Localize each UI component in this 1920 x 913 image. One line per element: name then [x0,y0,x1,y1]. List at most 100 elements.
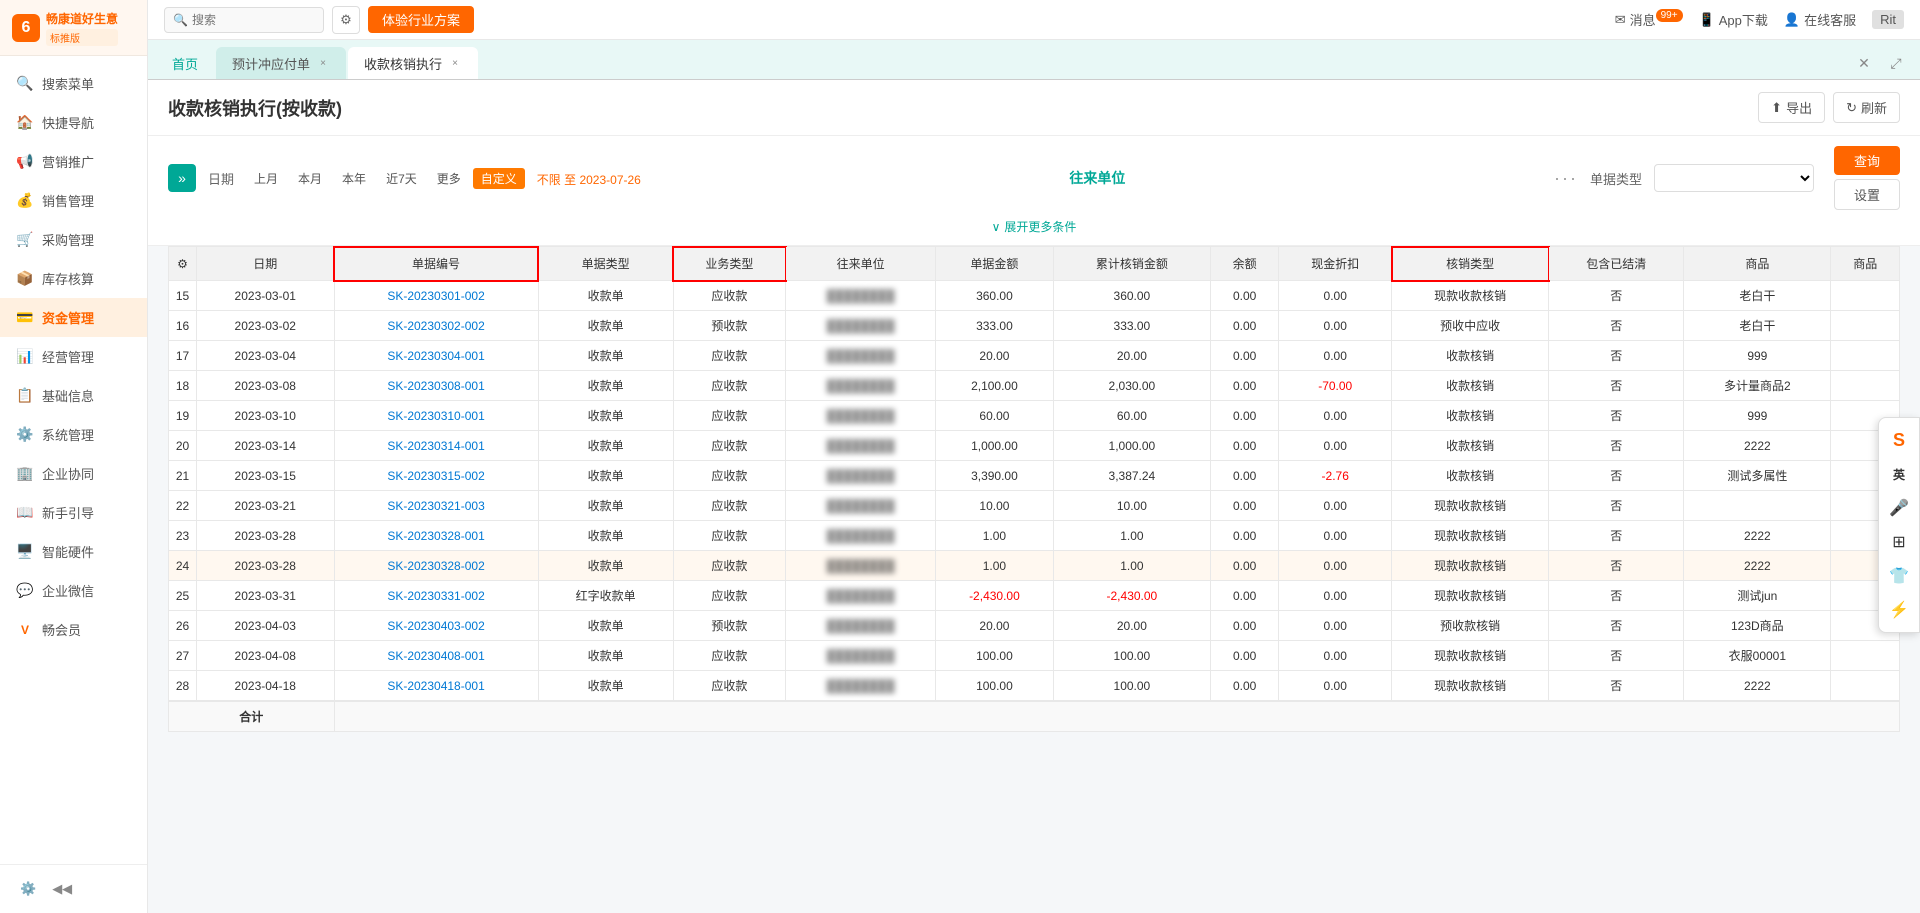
row-product2 [1831,671,1900,702]
sales-icon: 💰 [16,192,34,210]
date-this-year-btn[interactable]: 本年 [334,168,374,189]
sidebar-item-enterprise[interactable]: 🏢 企业协同 [0,454,147,493]
doc-type-select[interactable] [1654,164,1814,192]
sidebar-item-marketing[interactable]: 📢 营销推广 [0,142,147,181]
row-doc-no[interactable]: SK-20230328-002 [334,551,538,581]
sidebar-item-system[interactable]: ⚙️ 系统管理 [0,415,147,454]
floating-mic-btn[interactable]: 🎤 [1885,494,1913,522]
industry-solution-btn[interactable]: 体验行业方案 [368,6,474,33]
counterparty-filter[interactable]: 往来单位 [653,168,1542,188]
date-7days-btn[interactable]: 近7天 [378,168,425,189]
tab-collection-label: 收款核销执行 [364,54,442,73]
row-doc-no[interactable]: SK-20230331-002 [334,581,538,611]
table-row: 222023-03-21SK-20230321-003收款单应收款███████… [169,491,1900,521]
enterprise-icon: 🏢 [16,465,34,483]
row-doc-no[interactable]: SK-20230304-001 [334,341,538,371]
maximize-btn[interactable]: ⤢ [1884,51,1908,75]
row-biz-type: 应收款 [673,461,786,491]
floating-apps-btn[interactable]: ⚡ [1885,596,1913,624]
sidebar-item-sales[interactable]: 💰 销售管理 [0,181,147,220]
sidebar-item-basic-info[interactable]: 📋 基础信息 [0,376,147,415]
row-amount: 100.00 [936,671,1054,702]
app-download-btn[interactable]: 📱 App下载 [1699,10,1768,29]
sidebar-item-label: 快捷导航 [42,113,94,132]
row-biz-type: 应收款 [673,581,786,611]
row-doc-no[interactable]: SK-20230310-001 [334,401,538,431]
sidebar-item-wechat[interactable]: 💬 企业微信 [0,571,147,610]
tab-home[interactable]: 首页 [156,47,214,79]
filter-row-1: » 日期 上月 本月 本年 近7天 更多 自定义 不限 至 2023-07-26… [168,146,1900,210]
row-discount: 0.00 [1279,431,1392,461]
close-window-btn[interactable]: ✕ [1852,51,1876,75]
sidebar-footer: ⚙️ ◀◀ [0,864,147,913]
row-date: 2023-03-01 [197,281,335,311]
search-input[interactable] [192,13,292,27]
col-settings[interactable]: ⚙ [169,247,197,281]
notification-btn[interactable]: ✉ 消息 99+ [1615,10,1683,29]
sidebar-item-inventory[interactable]: 📦 库存核算 [0,259,147,298]
row-no: 24 [169,551,197,581]
sidebar-item-search-menu[interactable]: 🔍 搜索菜单 [0,64,147,103]
floating-eng-btn[interactable]: 英 [1885,460,1913,488]
export-btn[interactable]: ⬆ 导出 [1758,92,1825,123]
row-verify-type: 现款收款核销 [1392,551,1549,581]
query-btn[interactable]: 查询 [1834,146,1900,175]
sidebar-item-quick-nav[interactable]: 🏠 快捷导航 [0,103,147,142]
row-doc-no[interactable]: SK-20230408-001 [334,641,538,671]
sidebar-item-purchase[interactable]: 🛒 采购管理 [0,220,147,259]
row-balance: 0.00 [1210,551,1278,581]
floating-s-logo[interactable]: S [1885,426,1913,454]
row-product1: 999 [1684,401,1831,431]
row-doc-no[interactable]: SK-20230418-001 [334,671,538,702]
tab-home-label: 首页 [172,54,198,73]
expand-more-conditions-btn[interactable]: ∨ 展开更多条件 [992,218,1077,235]
row-doc-no[interactable]: SK-20230321-003 [334,491,538,521]
col-discount: 现金折扣 [1279,247,1392,281]
date-prev-month-btn[interactable]: 上月 [246,168,286,189]
filter-setting-btn[interactable]: 设置 [1834,179,1900,210]
date-more-btn[interactable]: 更多 [429,168,469,189]
floating-grid-btn[interactable]: ⊞ [1885,528,1913,556]
customer-service-btn[interactable]: 👤 在线客服 [1784,10,1856,29]
row-counterparty: ████████ [786,311,936,341]
topbar-search-box[interactable]: 🔍 [164,7,324,33]
row-counterparty: ████████ [786,491,936,521]
row-doc-no[interactable]: SK-20230301-002 [334,281,538,311]
sidebar-item-hardware[interactable]: 🖥️ 智能硬件 [0,532,147,571]
row-biz-type: 应收款 [673,341,786,371]
row-doc-no[interactable]: SK-20230308-001 [334,371,538,401]
sidebar-item-member[interactable]: V 畅会员 [0,610,147,649]
tab-collection[interactable]: 收款核销执行 × [348,47,478,79]
topbar-gear-btn[interactable]: ⚙ [332,6,360,34]
tab-prepay[interactable]: 预计冲应付单 × [216,47,346,79]
row-doc-type: 收款单 [538,491,673,521]
row-verify-type: 收款核销 [1392,401,1549,431]
sidebar-collapse-btn[interactable]: ◀◀ [48,877,76,901]
floating-shirt-btn[interactable]: 👕 [1885,562,1913,590]
row-product2 [1831,341,1900,371]
row-no: 16 [169,311,197,341]
row-cum-amount: 20.00 [1053,341,1210,371]
sidebar-item-operations[interactable]: 📊 经营管理 [0,337,147,376]
tab-prepay-close[interactable]: × [316,56,330,70]
row-doc-no[interactable]: SK-20230315-002 [334,461,538,491]
user-profile-btn[interactable]: Rit [1872,10,1904,29]
row-doc-no[interactable]: SK-20230302-002 [334,311,538,341]
date-custom-btn[interactable]: 自定义 [473,168,525,189]
sidebar-item-guide[interactable]: 📖 新手引导 [0,493,147,532]
row-product1: 老白干 [1684,281,1831,311]
date-this-month-btn[interactable]: 本月 [290,168,330,189]
row-doc-type: 收款单 [538,371,673,401]
row-date: 2023-03-28 [197,521,335,551]
row-balance: 0.00 [1210,311,1278,341]
filter-toggle-btn[interactable]: » [168,164,196,192]
refresh-btn[interactable]: ↻ 刷新 [1833,92,1900,123]
row-date: 2023-03-08 [197,371,335,401]
row-counterparty: ████████ [786,521,936,551]
sidebar-settings-btn[interactable]: ⚙️ [16,877,40,901]
tab-collection-close[interactable]: × [448,56,462,70]
row-doc-no[interactable]: SK-20230314-001 [334,431,538,461]
sidebar-item-finance[interactable]: 💳 资金管理 [0,298,147,337]
row-doc-no[interactable]: SK-20230328-001 [334,521,538,551]
row-doc-no[interactable]: SK-20230403-002 [334,611,538,641]
